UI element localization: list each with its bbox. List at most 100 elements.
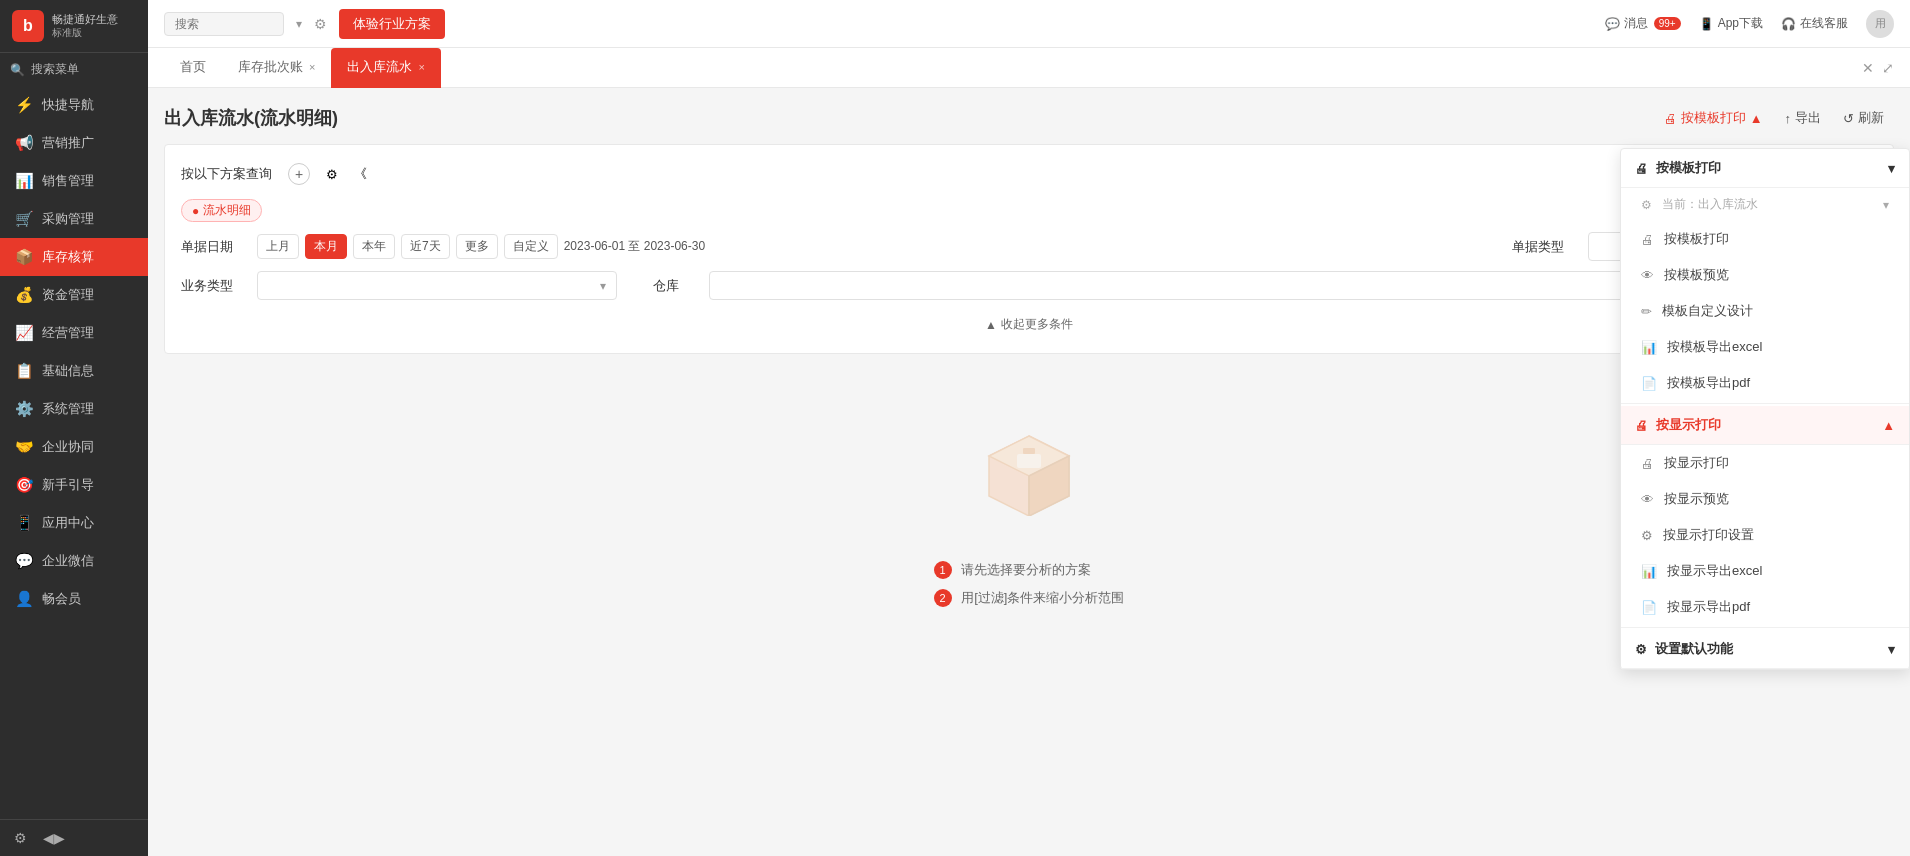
filter-tag-item[interactable]: ● 流水明细 bbox=[181, 199, 262, 222]
default-function-section-header[interactable]: ⚙ 设置默认功能 ▾ bbox=[1621, 630, 1909, 669]
quick-nav-icon: ⚡ bbox=[14, 96, 34, 114]
tab-batch-account[interactable]: 库存批次账 × bbox=[222, 48, 331, 88]
sidebar-item-sales[interactable]: 📊 销售管理 bbox=[0, 162, 148, 200]
marketing-icon: 📢 bbox=[14, 134, 34, 152]
close-all-tabs-icon[interactable]: ✕ bbox=[1862, 60, 1874, 76]
sidebar-item-guide[interactable]: 🎯 新手引导 bbox=[0, 466, 148, 504]
excel-icon-item: 📊 bbox=[1641, 340, 1657, 355]
page-actions-group: 🖨 按模板打印 ▲ ↑ 导出 ↺ 刷新 bbox=[1654, 104, 1894, 132]
filter-settings-icon[interactable]: ⚙ bbox=[326, 167, 338, 182]
export-button[interactable]: ↑ 导出 bbox=[1775, 104, 1832, 132]
user-avatar[interactable]: 用 bbox=[1866, 10, 1894, 38]
sidebar-item-label: 资金管理 bbox=[42, 286, 94, 304]
empty-state-icon bbox=[979, 426, 1079, 535]
dropdown-item-template-export-excel[interactable]: 📊 按模板导出excel bbox=[1621, 329, 1909, 365]
sidebar-item-basic[interactable]: 📋 基础信息 bbox=[0, 352, 148, 390]
sidebar-item-label: 企业协同 bbox=[42, 438, 94, 456]
sidebar: b 畅捷通好生意 标准版 🔍 搜索菜单 ⚡ 快捷导航 📢 营销推广 📊 销售管理… bbox=[0, 0, 148, 856]
design-icon-item: ✏ bbox=[1641, 304, 1652, 319]
industry-solution-button[interactable]: 体验行业方案 bbox=[339, 9, 445, 39]
logo-name: 畅捷通好生意 bbox=[52, 12, 118, 26]
enterprise-icon: 🤝 bbox=[14, 438, 34, 456]
display-print-section-header[interactable]: 🖨 按显示打印 ▲ bbox=[1621, 406, 1909, 445]
finance-icon: 💰 bbox=[14, 286, 34, 304]
date-7days-btn[interactable]: 近7天 bbox=[401, 234, 450, 259]
dropdown-item-template-preview[interactable]: 👁 按模板预览 bbox=[1621, 257, 1909, 293]
date-more-btn[interactable]: 更多 bbox=[456, 234, 498, 259]
dropdown-item-display-export-pdf[interactable]: 📄 按显示导出pdf bbox=[1621, 589, 1909, 625]
collapse-button[interactable]: ▲ 收起更多条件 bbox=[979, 310, 1079, 339]
sidebar-item-label: 经营管理 bbox=[42, 324, 94, 342]
page-title: 出入库流水(流水明细) bbox=[164, 106, 338, 130]
dropdown-item-display-export-excel[interactable]: 📊 按显示导出excel bbox=[1621, 553, 1909, 589]
date-this-month-btn[interactable]: 本月 bbox=[305, 234, 347, 259]
display-excel-icon: 📊 bbox=[1641, 564, 1657, 579]
message-button[interactable]: 💬 消息 99+ bbox=[1605, 15, 1681, 32]
topbar-left: ▾ ⚙ 体验行业方案 bbox=[164, 9, 445, 39]
sidebar-item-label: 新手引导 bbox=[42, 476, 94, 494]
sidebar-item-finance[interactable]: 💰 资金管理 bbox=[0, 276, 148, 314]
tab-flow-label: 出入库流水 bbox=[347, 58, 412, 76]
sidebar-search[interactable]: 🔍 搜索菜单 bbox=[0, 53, 148, 86]
logo-icon: b bbox=[12, 10, 44, 42]
online-service-button[interactable]: 🎧 在线客服 bbox=[1781, 15, 1848, 32]
date-custom-btn[interactable]: 自定义 bbox=[504, 234, 558, 259]
tab-batch-account-close[interactable]: × bbox=[309, 61, 315, 73]
template-print-section-header[interactable]: 🖨 按模板打印 ▾ bbox=[1621, 149, 1909, 188]
sidebar-item-operation[interactable]: 📈 经营管理 bbox=[0, 314, 148, 352]
sidebar-item-quick-nav[interactable]: ⚡ 快捷导航 bbox=[0, 86, 148, 124]
refresh-button[interactable]: ↺ 刷新 bbox=[1833, 104, 1894, 132]
sidebar-item-purchase[interactable]: 🛒 采购管理 bbox=[0, 200, 148, 238]
filter-collapse-icon[interactable]: 《 bbox=[354, 165, 367, 183]
tab-home[interactable]: 首页 bbox=[164, 48, 222, 88]
topbar-search-input[interactable] bbox=[164, 12, 284, 36]
topbar: ▾ ⚙ 体验行业方案 💬 消息 99+ 📱 App下载 🎧 在线客服 用 bbox=[148, 0, 1910, 48]
sidebar-item-app-center[interactable]: 📱 应用中心 bbox=[0, 504, 148, 542]
search-label: 搜索菜单 bbox=[31, 61, 79, 78]
sidebar-item-system[interactable]: ⚙️ 系统管理 bbox=[0, 390, 148, 428]
guide-icon: 🎯 bbox=[14, 476, 34, 494]
dropdown-item-template-export-pdf[interactable]: 📄 按模板导出pdf bbox=[1621, 365, 1909, 401]
sidebar-logo: b 畅捷通好生意 标准版 bbox=[0, 0, 148, 53]
sidebar-item-label: 企业微信 bbox=[42, 552, 94, 570]
purchase-icon: 🛒 bbox=[14, 210, 34, 228]
dropdown-item-display-print-settings[interactable]: ⚙ 按显示打印设置 bbox=[1621, 517, 1909, 553]
wechat-icon: 💬 bbox=[14, 552, 34, 570]
dropdown-item-template-custom[interactable]: ✏ 模板自定义设计 bbox=[1621, 293, 1909, 329]
filter-add-button[interactable]: + bbox=[288, 163, 310, 185]
app-download-button[interactable]: 📱 App下载 bbox=[1699, 15, 1763, 32]
dropdown-item-template-print[interactable]: 🖨 按模板打印 bbox=[1621, 221, 1909, 257]
tab-flow-close[interactable]: × bbox=[418, 61, 424, 73]
current-template-indicator: ⚙ 当前：出入库流水 ▾ bbox=[1621, 188, 1909, 221]
sidebar-item-member[interactable]: 👤 畅会员 bbox=[0, 580, 148, 618]
sidebar-item-marketing[interactable]: 📢 营销推广 bbox=[0, 124, 148, 162]
business-type-label: 业务类型 bbox=[181, 277, 241, 295]
sidebar-item-label: 销售管理 bbox=[42, 172, 94, 190]
inventory-icon: 📦 bbox=[14, 248, 34, 266]
topbar-chevron-icon[interactable]: ▾ bbox=[296, 17, 302, 31]
operation-icon: 📈 bbox=[14, 324, 34, 342]
expand-icon[interactable]: ⤢ bbox=[1882, 60, 1894, 76]
tab-flow[interactable]: 出入库流水 × bbox=[331, 48, 440, 88]
sidebar-item-inventory[interactable]: 📦 库存核算 bbox=[0, 238, 148, 276]
settings-footer-icon[interactable]: ⚙ bbox=[14, 830, 27, 846]
dropdown-item-display-print[interactable]: 🖨 按显示打印 bbox=[1621, 445, 1909, 481]
business-type-select[interactable]: ▾ bbox=[257, 271, 617, 300]
main-area: ▾ ⚙ 体验行业方案 💬 消息 99+ 📱 App下载 🎧 在线客服 用 首页 bbox=[148, 0, 1910, 856]
pdf-icon-item: 📄 bbox=[1641, 376, 1657, 391]
svg-rect-4 bbox=[1017, 454, 1041, 468]
date-filter-options: 上月 本月 本年 近7天 更多 自定义 2023-06-01 至 2023-06… bbox=[257, 234, 1476, 259]
sidebar-item-enterprise[interactable]: 🤝 企业协同 bbox=[0, 428, 148, 466]
default-function-chevron: ▾ bbox=[1888, 642, 1895, 657]
sidebar-item-label: 采购管理 bbox=[42, 210, 94, 228]
sidebar-footer: ⚙ ◀▶ bbox=[0, 819, 148, 856]
template-section-chevron: ▾ bbox=[1888, 161, 1895, 176]
template-print-button[interactable]: 🖨 按模板打印 ▲ bbox=[1654, 104, 1773, 132]
toggle-sidebar-icon[interactable]: ◀▶ bbox=[43, 830, 65, 846]
sidebar-item-wechat[interactable]: 💬 企业微信 bbox=[0, 542, 148, 580]
filter-tag-icon: ● bbox=[192, 204, 199, 218]
date-prev-month-btn[interactable]: 上月 bbox=[257, 234, 299, 259]
dropdown-item-display-preview[interactable]: 👁 按显示预览 bbox=[1621, 481, 1909, 517]
topbar-gear-icon[interactable]: ⚙ bbox=[314, 16, 327, 32]
date-this-year-btn[interactable]: 本年 bbox=[353, 234, 395, 259]
